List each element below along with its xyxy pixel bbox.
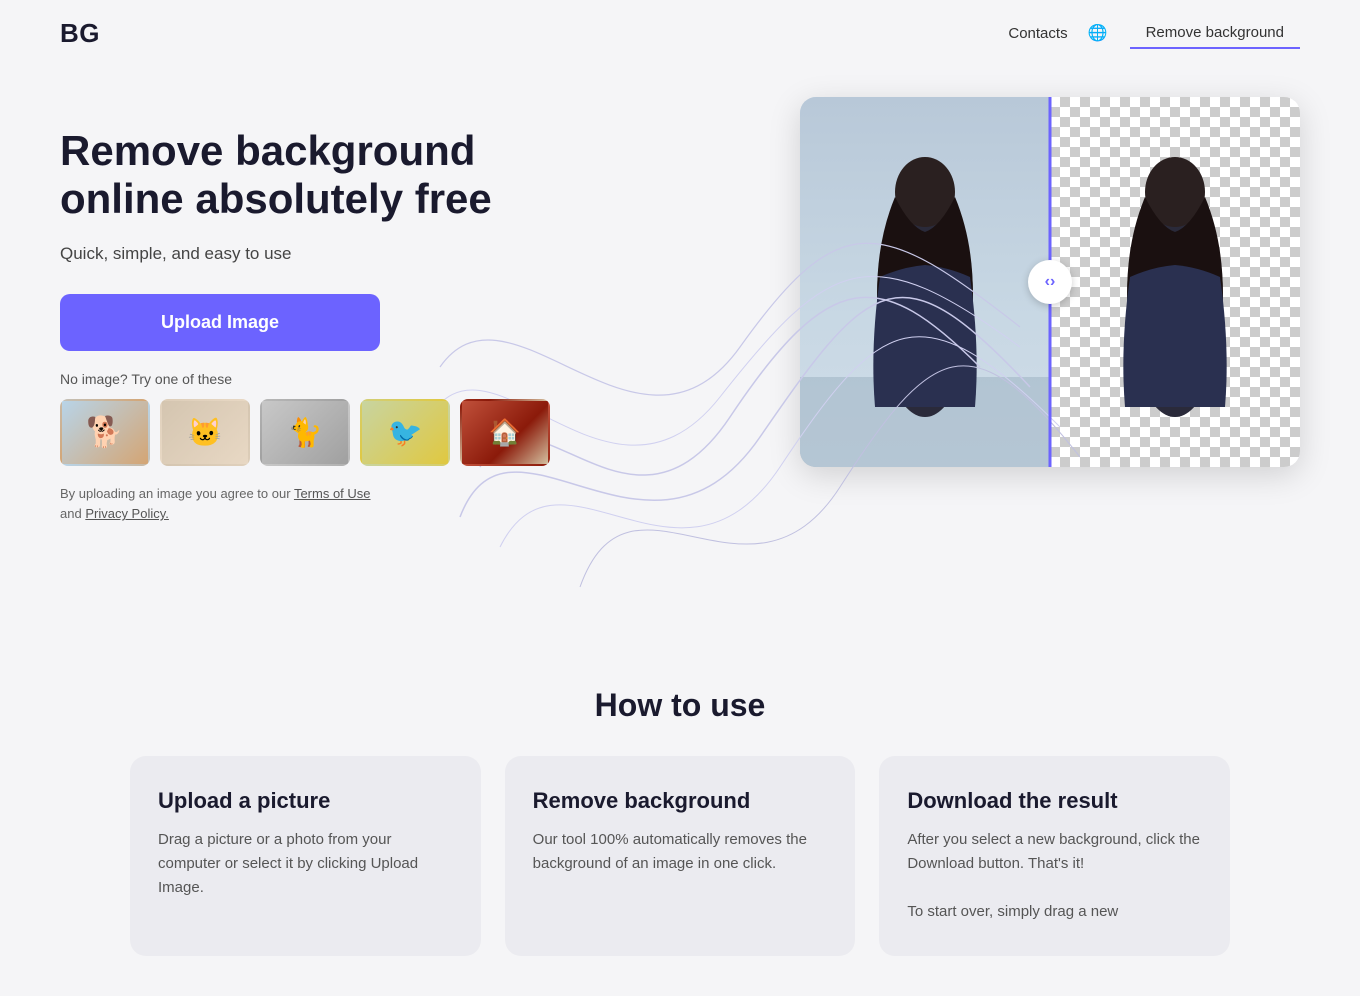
hero-section: Remove background online absolutely free…: [0, 67, 1360, 647]
steps-grid: Upload a picture Drag a picture or a pho…: [130, 756, 1230, 956]
sample-image-1[interactable]: [60, 399, 150, 466]
step-2-desc: Our tool 100% automatically removes the …: [533, 828, 828, 876]
hero-title: Remove background online absolutely free: [60, 127, 560, 224]
hero-left: Remove background online absolutely free…: [60, 107, 560, 525]
sample-images-row: [60, 399, 560, 466]
step-card-1: Upload a picture Drag a picture or a pho…: [130, 756, 481, 956]
step-card-2: Remove background Our tool 100% automati…: [505, 756, 856, 956]
sample-image-3[interactable]: [260, 399, 350, 466]
sample-image-4[interactable]: [360, 399, 450, 466]
step-3-desc: After you select a new background, click…: [907, 828, 1202, 924]
step-1-desc: Drag a picture or a photo from your comp…: [158, 828, 453, 900]
handle-arrows-icon: ‹›: [1045, 273, 1056, 291]
nav-right: Contacts 🌐 Remove background: [1008, 18, 1300, 49]
comparison-handle[interactable]: ‹›: [1028, 260, 1072, 304]
sample-image-5[interactable]: [460, 399, 550, 466]
step-1-title: Upload a picture: [158, 788, 453, 814]
step-card-3: Download the result After you select a n…: [879, 756, 1230, 956]
contacts-link[interactable]: Contacts: [1008, 25, 1067, 42]
comparison-container: ‹›: [800, 97, 1300, 467]
terms-of-use-link[interactable]: Terms of Use: [294, 486, 371, 501]
navbar: BG Contacts 🌐 Remove background: [0, 0, 1360, 67]
logo[interactable]: BG: [60, 18, 100, 49]
step-2-title: Remove background: [533, 788, 828, 814]
upload-image-button[interactable]: Upload Image: [60, 294, 380, 351]
globe-icon[interactable]: 🌐: [1088, 23, 1110, 45]
step-3-title: Download the result: [907, 788, 1202, 814]
how-to-use-title: How to use: [60, 687, 1300, 724]
comparison-image-area: ‹›: [800, 97, 1300, 467]
removed-background-half: [1050, 97, 1300, 467]
no-image-text: No image? Try one of these: [60, 371, 560, 387]
how-to-use-section: How to use Upload a picture Drag a pictu…: [0, 647, 1360, 996]
original-image-half: [800, 97, 1050, 467]
privacy-policy-link[interactable]: Privacy Policy.: [85, 506, 169, 521]
terms-text: By uploading an image you agree to our T…: [60, 484, 560, 526]
sample-image-2[interactable]: [160, 399, 250, 466]
remove-background-link[interactable]: Remove background: [1130, 18, 1300, 49]
hero-subtitle: Quick, simple, and easy to use: [60, 244, 560, 264]
